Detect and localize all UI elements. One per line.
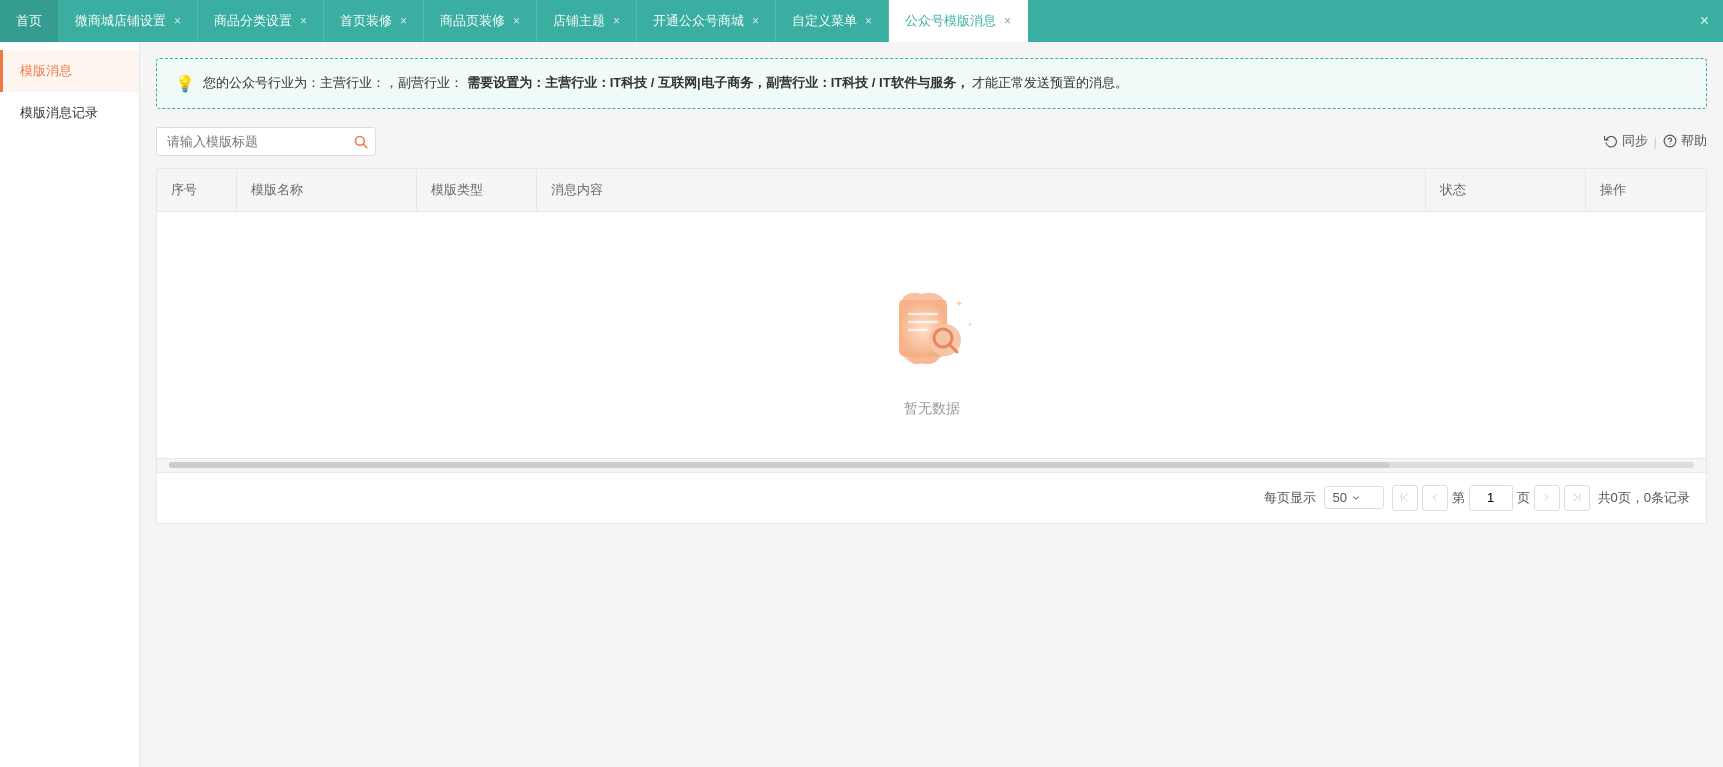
sync-icon: [1604, 134, 1618, 148]
empty-icon: ✦ ✦: [877, 272, 987, 382]
toolbar-right: 同步 | 帮助: [1604, 132, 1707, 150]
tab-template-message[interactable]: 公众号模版消息 ×: [889, 0, 1028, 42]
col-header-name: 模版名称: [237, 169, 417, 211]
help-button[interactable]: 帮助: [1663, 132, 1707, 150]
empty-state: ✦ ✦ 暂无数据: [157, 212, 1706, 458]
tab-wechat-mall[interactable]: 开通公众号商城 ×: [637, 0, 776, 42]
first-page-button[interactable]: [1392, 485, 1418, 511]
col-header-index: 序号: [157, 169, 237, 211]
empty-text: 暂无数据: [904, 400, 960, 418]
tab-custom-menu[interactable]: 自定义菜单 ×: [776, 0, 889, 42]
svg-line-1: [363, 144, 366, 147]
next-page-button[interactable]: [1534, 485, 1560, 511]
close-tab-theme[interactable]: ×: [613, 14, 620, 28]
last-page-icon: [1571, 492, 1582, 503]
data-table: 序号 模版名称 模版类型 消息内容 状态 操作: [156, 168, 1707, 524]
tab-product-decor[interactable]: 商品页装修 ×: [424, 0, 537, 42]
sync-button[interactable]: 同步: [1604, 132, 1648, 150]
toolbar: 同步 | 帮助: [156, 127, 1707, 156]
tab-category-settings[interactable]: 商品分类设置 ×: [198, 0, 324, 42]
page-nav: 第 页: [1392, 485, 1590, 511]
tab-shop-settings[interactable]: 微商城店铺设置 ×: [59, 0, 198, 42]
close-all-tabs[interactable]: ×: [1686, 0, 1723, 42]
search-input[interactable]: [156, 127, 376, 156]
close-tab-custom-menu[interactable]: ×: [865, 14, 872, 28]
scrollbar-track: [169, 462, 1694, 468]
alert-box: 💡 您的公众号行业为：主营行业：，副营行业： 需要设置为：主营行业：IT科技 /…: [156, 58, 1707, 109]
page-prefix: 第: [1452, 489, 1465, 507]
alert-icon: 💡: [175, 74, 195, 93]
col-header-content: 消息内容: [537, 169, 1426, 211]
search-button[interactable]: [353, 134, 368, 149]
pagination: 每页显示 50: [157, 472, 1706, 523]
last-page-button[interactable]: [1564, 485, 1590, 511]
horizontal-scrollbar[interactable]: [157, 458, 1706, 472]
first-page-icon: [1399, 492, 1410, 503]
page-size-select[interactable]: 50: [1324, 486, 1384, 509]
prev-page-button[interactable]: [1422, 485, 1448, 511]
content-area: 💡 您的公众号行业为：主营行业：，副营行业： 需要设置为：主营行业：IT科技 /…: [140, 42, 1723, 767]
prev-page-icon: [1429, 492, 1440, 503]
page-size-label: 每页显示: [1264, 489, 1316, 507]
sidebar-item-template-message-record[interactable]: 模版消息记录: [0, 92, 139, 134]
close-tab-category[interactable]: ×: [300, 14, 307, 28]
col-header-status: 状态: [1426, 169, 1586, 211]
svg-text:✦: ✦: [967, 321, 973, 328]
sidebar: 模版消息 模版消息记录: [0, 42, 140, 767]
page-number-input[interactable]: [1469, 485, 1513, 511]
help-icon: [1663, 134, 1677, 148]
col-header-action: 操作: [1586, 169, 1706, 211]
search-input-wrap: [156, 127, 376, 156]
svg-text:✦: ✦: [955, 298, 963, 309]
alert-text: 您的公众号行业为：主营行业：，副营行业： 需要设置为：主营行业：IT科技 / 互…: [203, 73, 1128, 94]
scrollbar-thumb[interactable]: [169, 462, 1389, 468]
table-header: 序号 模版名称 模版类型 消息内容 状态 操作: [157, 169, 1706, 212]
close-tab-homepage[interactable]: ×: [400, 14, 407, 28]
sidebar-item-template-message[interactable]: 模版消息: [0, 50, 139, 92]
chevron-down-icon: [1351, 493, 1361, 503]
tab-shop-theme[interactable]: 店铺主题 ×: [537, 0, 637, 42]
next-page-icon: [1541, 492, 1552, 503]
close-tab-template-message[interactable]: ×: [1004, 14, 1011, 28]
page-suffix: 页: [1517, 489, 1530, 507]
search-icon: [353, 134, 368, 149]
col-header-type: 模版类型: [417, 169, 537, 211]
tab-home[interactable]: 首页: [0, 0, 59, 42]
toolbar-divider: |: [1654, 134, 1657, 149]
tab-homepage-decor[interactable]: 首页装修 ×: [324, 0, 424, 42]
close-tab-shop-settings[interactable]: ×: [174, 14, 181, 28]
top-nav: 首页 微商城店铺设置 × 商品分类设置 × 首页装修 × 商品页装修 × 店铺主…: [0, 0, 1723, 42]
page-total: 共0页，0条记录: [1598, 489, 1690, 507]
close-tab-product-decor[interactable]: ×: [513, 14, 520, 28]
main-layout: 模版消息 模版消息记录 💡 您的公众号行业为：主营行业：，副营行业： 需要设置为…: [0, 42, 1723, 767]
close-tab-wechat-mall[interactable]: ×: [752, 14, 759, 28]
